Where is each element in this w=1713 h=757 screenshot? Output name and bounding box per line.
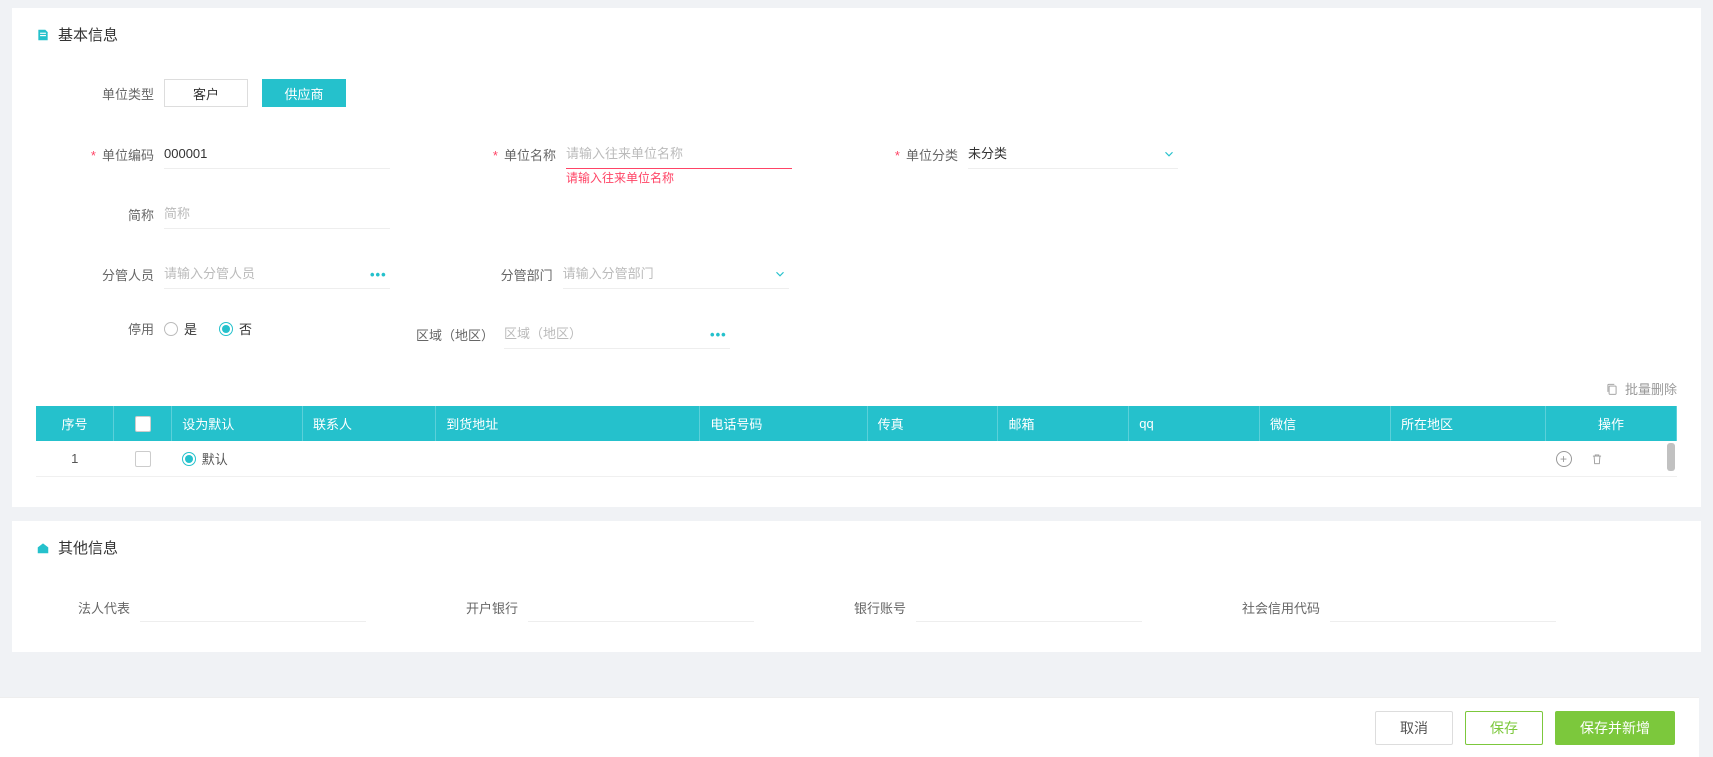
error-unit-name: 请输入往来单位名称: [566, 169, 674, 186]
input-dept[interactable]: [563, 259, 789, 289]
radio-disabled-no[interactable]: 否: [219, 319, 252, 338]
cell-qq[interactable]: [1129, 441, 1260, 477]
contact-table: 序号 设为默认 联系人 到货地址 电话号码 传真 邮箱 qq 微信 所在地区 操…: [36, 406, 1677, 477]
unit-type-customer[interactable]: 客户: [164, 79, 248, 107]
label-bank: 开户银行: [466, 598, 518, 617]
label-person: 分管人员: [78, 265, 154, 284]
label-legal: 法人代表: [78, 598, 130, 617]
input-unit-name[interactable]: [566, 139, 792, 169]
label-unit-category: 单位分类: [882, 145, 958, 164]
col-fax: 传真: [867, 406, 998, 441]
input-unit-code[interactable]: [164, 139, 390, 169]
col-area: 所在地区: [1390, 406, 1545, 441]
row-scrollbar-thumb[interactable]: [1667, 443, 1675, 471]
cell-wechat[interactable]: [1260, 441, 1391, 477]
label-unit-name: 单位名称: [480, 145, 556, 164]
input-region[interactable]: [504, 319, 730, 349]
label-short-name: 简称: [78, 205, 154, 224]
label-dept: 分管部门: [477, 265, 553, 284]
cell-phone[interactable]: [700, 441, 867, 477]
input-bank[interactable]: [528, 592, 754, 622]
input-account[interactable]: [916, 592, 1142, 622]
label-credit: 社会信用代码: [1242, 598, 1320, 617]
batch-delete-label: 批量删除: [1625, 379, 1677, 398]
input-legal[interactable]: [140, 592, 366, 622]
panel-other-title: 其他信息: [58, 537, 118, 558]
more-icon-person[interactable]: •••: [370, 267, 387, 282]
add-row-button[interactable]: +: [1556, 451, 1572, 467]
cell-address[interactable]: [436, 441, 700, 477]
cell-area[interactable]: [1390, 441, 1545, 477]
col-contact: 联系人: [303, 406, 436, 441]
page-scroll: 基本信息 单位类型 客户 供应商 单位编码 单位名称: [0, 0, 1713, 757]
house-icon: [36, 541, 50, 555]
panel-basic-info: 基本信息 单位类型 客户 供应商 单位编码 单位名称: [12, 8, 1701, 507]
col-checkbox: [114, 406, 172, 441]
col-seq: 序号: [36, 406, 114, 441]
unit-type-supplier[interactable]: 供应商: [262, 79, 346, 107]
input-credit[interactable]: [1330, 592, 1556, 622]
col-qq: qq: [1129, 406, 1260, 441]
basic-form-area: 单位类型 客户 供应商 单位编码 单位名称 请输入往来单位名称: [36, 79, 1677, 349]
label-unit-code: 单位编码: [78, 145, 154, 164]
panel-basic-title: 基本信息: [58, 24, 118, 45]
row-default-label: 默认: [202, 449, 228, 468]
dropdown-category-value[interactable]: 未分类: [968, 139, 1178, 169]
radio-label-no: 否: [239, 319, 252, 338]
label-region: 区域（地区）: [404, 325, 494, 344]
panel-other-header: 其他信息: [36, 537, 1677, 558]
radio-group-disabled: 是 否: [164, 319, 274, 338]
chevron-down-icon[interactable]: [1162, 147, 1176, 161]
footer-action-bar: 取消 保存 保存并新增: [0, 697, 1699, 757]
cancel-button[interactable]: 取消: [1375, 711, 1453, 745]
col-action: 操作: [1546, 406, 1677, 441]
other-fields-row: 法人代表 开户银行 银行账号 社会信用代码: [36, 592, 1677, 622]
save-and-new-button[interactable]: 保存并新增: [1555, 711, 1675, 745]
cell-seq: 1: [36, 441, 114, 477]
panel-other-info: 其他信息 法人代表 开户银行 银行账号 社会信用代码: [12, 521, 1701, 652]
col-phone: 电话号码: [700, 406, 867, 441]
table-header-row: 序号 设为默认 联系人 到货地址 电话号码 传真 邮箱 qq 微信 所在地区 操…: [36, 406, 1677, 441]
label-account: 银行账号: [854, 598, 906, 617]
unit-type-toggle: 客户 供应商: [164, 79, 346, 107]
table-row: 1 默认: [36, 441, 1677, 477]
batch-delete[interactable]: 批量删除: [36, 379, 1677, 398]
checkbox-select-all[interactable]: [135, 416, 151, 432]
col-default: 设为默认: [172, 406, 303, 441]
radio-disabled-yes[interactable]: 是: [164, 319, 197, 338]
row-default-radio[interactable]: 默认: [182, 449, 293, 468]
input-person[interactable]: [164, 259, 390, 289]
save-button[interactable]: 保存: [1465, 711, 1543, 745]
cell-fax[interactable]: [867, 441, 998, 477]
label-disabled: 停用: [78, 319, 154, 338]
cell-email[interactable]: [998, 441, 1129, 477]
col-email: 邮箱: [998, 406, 1129, 441]
more-icon-region[interactable]: •••: [710, 327, 727, 342]
form-icon: [36, 28, 50, 42]
col-wechat: 微信: [1260, 406, 1391, 441]
radio-label-yes: 是: [184, 319, 197, 338]
cell-contact[interactable]: [303, 441, 436, 477]
copy-icon: [1605, 382, 1619, 396]
trash-icon[interactable]: [1590, 452, 1604, 466]
col-address: 到货地址: [436, 406, 700, 441]
input-short-name[interactable]: [164, 199, 390, 229]
panel-basic-header: 基本信息: [36, 24, 1677, 45]
row-checkbox[interactable]: [135, 451, 151, 467]
label-unit-type: 单位类型: [78, 84, 154, 103]
chevron-down-icon[interactable]: [773, 267, 787, 281]
